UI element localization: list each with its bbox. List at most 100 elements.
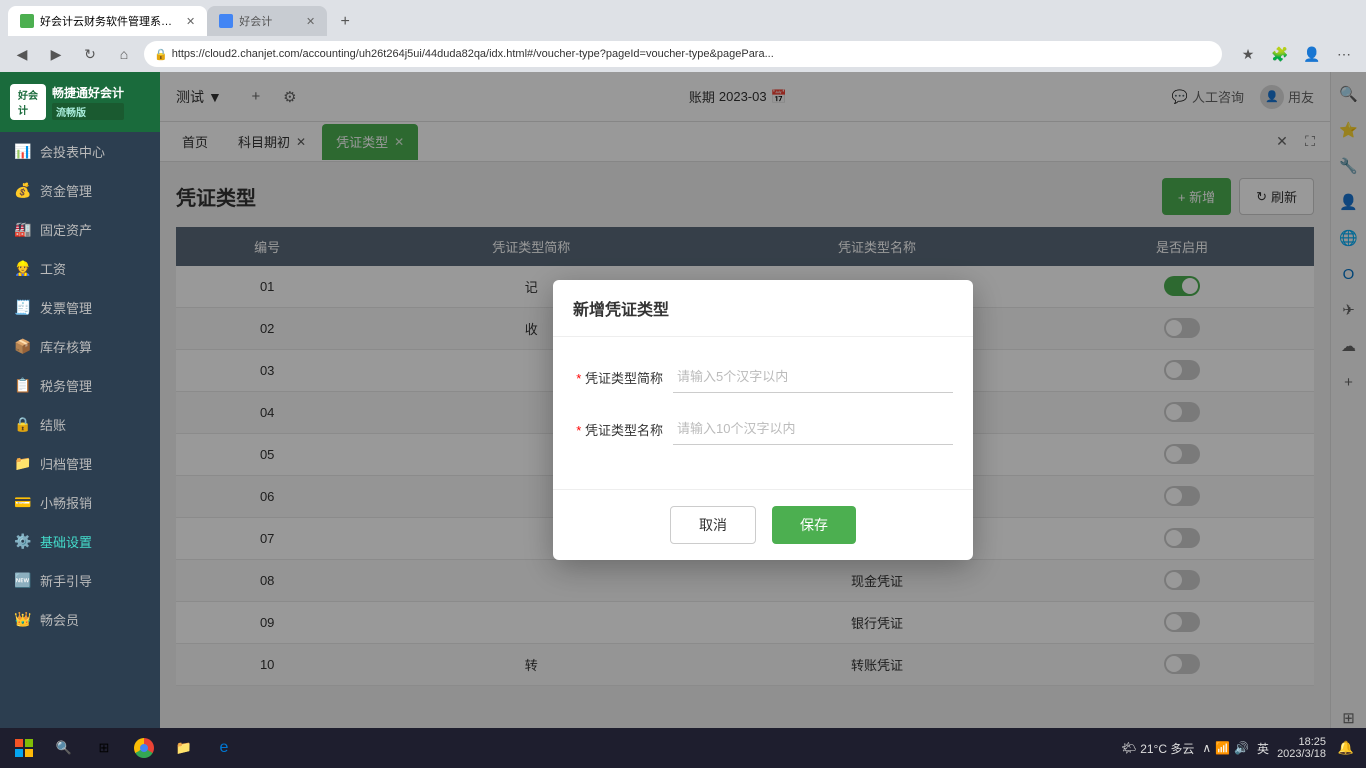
- back-button[interactable]: ◀: [8, 40, 36, 68]
- sidebar-label-guide: 新手引导: [40, 571, 92, 590]
- volume-icon: 🔊: [1234, 741, 1249, 755]
- abbr-label-text: 凭证类型简称: [585, 371, 663, 386]
- address-url: https://cloud2.chanjet.com/accounting/uh…: [172, 48, 774, 60]
- browser-address-bar: ◀ ▶ ↻ ⌂ 🔒 https://cloud2.chanjet.com/acc…: [0, 36, 1366, 72]
- browser-tab-title-2: 好会计: [239, 13, 272, 29]
- notification-icon[interactable]: 🔔: [1334, 736, 1358, 760]
- time-display: 18:25: [1277, 736, 1326, 748]
- sidebar-label-member: 畅会员: [40, 610, 79, 629]
- address-bar[interactable]: 🔒 https://cloud2.chanjet.com/accounting/…: [144, 41, 1222, 67]
- funds-icon: 💰: [14, 182, 32, 200]
- sidebar-label-archive: 归档管理: [40, 454, 92, 473]
- date-display: 2023/3/18: [1277, 748, 1326, 760]
- tax-icon: 📋: [14, 377, 32, 395]
- taskbar-task-view[interactable]: ⊞: [88, 732, 120, 764]
- expense-icon: 💳: [14, 494, 32, 512]
- tab-favicon-2: [219, 14, 233, 28]
- modal-overlay: 新增凭证类型 * 凭证类型简称 * 凭证类型名称 取消 保存: [160, 72, 1366, 768]
- taskbar-search-button[interactable]: 🔍: [48, 732, 80, 764]
- sidebar-label-closing: 结账: [40, 415, 66, 434]
- sidebar-item-salary[interactable]: 👷 工资: [0, 249, 160, 288]
- save-button[interactable]: 保存: [772, 506, 856, 544]
- sidebar-nav: 📊 会投表中心 💰 资金管理 🏭 固定资产 👷 工资 🧾 发票管理 📦: [0, 132, 160, 734]
- weather-icon: 🌤: [1121, 741, 1136, 755]
- browser-tabs: 好会计云财务软件管理系统_会计 ✕ 好会计 ✕ +: [0, 0, 1366, 36]
- sidebar-item-guide[interactable]: 🆕 新手引导: [0, 561, 160, 600]
- modal-header: 新增凭证类型: [553, 280, 973, 337]
- weather-text: 21°C 多云: [1140, 740, 1194, 757]
- profile-btn[interactable]: 👤: [1298, 40, 1326, 68]
- sidebar-item-tax[interactable]: 📋 税务管理: [0, 366, 160, 405]
- sidebar-label-funds: 资金管理: [40, 181, 92, 200]
- sidebar-label-tax: 税务管理: [40, 376, 92, 395]
- sidebar-label-invoice: 发票管理: [40, 298, 92, 317]
- sidebar-item-basic[interactable]: ⚙️ 基础设置: [0, 522, 160, 561]
- browser-tab-close-1[interactable]: ✕: [186, 15, 195, 28]
- closing-icon: 🔒: [14, 416, 32, 434]
- salary-icon: 👷: [14, 260, 32, 278]
- extension-btn[interactable]: 🧩: [1266, 40, 1294, 68]
- guide-icon: 🆕: [14, 572, 32, 590]
- name-label: * 凭证类型名称: [573, 420, 673, 439]
- start-button[interactable]: [8, 732, 40, 764]
- taskbar-right: 🌤 21°C 多云 ∧ 📶 🔊 英 18:25 2023/3/18 🔔: [1121, 736, 1358, 760]
- sidebar-item-expense[interactable]: 💳 小畅报销: [0, 483, 160, 522]
- inventory-icon: 📦: [14, 338, 32, 356]
- refresh-nav-button[interactable]: ↻: [76, 40, 104, 68]
- sidebar-label-inventory: 库存核算: [40, 337, 92, 356]
- taskbar-time: 18:25 2023/3/18: [1277, 736, 1326, 760]
- chevron-up-icon: ∧: [1202, 741, 1211, 755]
- modal-body: * 凭证类型简称 * 凭证类型名称: [553, 337, 973, 489]
- new-tab-button[interactable]: +: [331, 8, 359, 36]
- language-indicator: 英: [1257, 740, 1269, 757]
- name-input[interactable]: [673, 413, 953, 445]
- browser-tab-title-1: 好会计云财务软件管理系统_会计: [40, 13, 180, 29]
- name-form-row: * 凭证类型名称: [573, 413, 953, 445]
- invoice-icon: 🧾: [14, 299, 32, 317]
- sidebar-item-closing[interactable]: 🔒 结账: [0, 405, 160, 444]
- menu-btn[interactable]: ⋯: [1330, 40, 1358, 68]
- lock-icon: 🔒: [154, 48, 168, 61]
- logo-icon: 好会计: [10, 84, 46, 120]
- sidebar-item-funds[interactable]: 💰 资金管理: [0, 171, 160, 210]
- archive-icon: 📁: [14, 455, 32, 473]
- sidebar-logo: 好会计 畅捷通好会计 流畅版: [0, 72, 160, 132]
- taskbar-network-icons: ∧ 📶 🔊: [1202, 741, 1249, 755]
- sidebar-item-investment[interactable]: 📊 会投表中心: [0, 132, 160, 171]
- taskbar-chrome[interactable]: [128, 732, 160, 764]
- sidebar-label-investment: 会投表中心: [40, 142, 105, 161]
- sidebar-label-basic: 基础设置: [40, 532, 92, 551]
- browser-tab-close-2[interactable]: ✕: [306, 15, 315, 28]
- cancel-button[interactable]: 取消: [670, 506, 756, 544]
- sidebar-label-salary: 工资: [40, 259, 66, 278]
- bookmark-btn[interactable]: ★: [1234, 40, 1262, 68]
- taskbar: 🔍 ⊞ 📁 e 🌤 21°C 多云 ∧ 📶 🔊 英 18:25 2023/3/1…: [0, 728, 1366, 768]
- taskbar-system-icons: 🌤 21°C 多云: [1121, 740, 1194, 757]
- sidebar-item-inventory[interactable]: 📦 库存核算: [0, 327, 160, 366]
- taskbar-edge[interactable]: e: [208, 732, 240, 764]
- logo-subtitle: 流畅版: [52, 103, 124, 120]
- sidebar-item-archive[interactable]: 📁 归档管理: [0, 444, 160, 483]
- browser-tab-2[interactable]: 好会计 ✕: [207, 6, 327, 36]
- fixed-assets-icon: 🏭: [14, 221, 32, 239]
- sidebar-label-fixed-assets: 固定资产: [40, 220, 92, 239]
- taskbar-file-explorer[interactable]: 📁: [168, 732, 200, 764]
- sidebar-item-invoice[interactable]: 🧾 发票管理: [0, 288, 160, 327]
- browser-chrome: 好会计云财务软件管理系统_会计 ✕ 好会计 ✕ + ◀ ▶ ↻ ⌂ 🔒 http…: [0, 0, 1366, 72]
- modal-footer: 取消 保存: [553, 489, 973, 560]
- home-nav-button[interactable]: ⌂: [110, 40, 138, 68]
- investment-icon: 📊: [14, 143, 32, 161]
- basic-icon: ⚙️: [14, 533, 32, 551]
- forward-button[interactable]: ▶: [42, 40, 70, 68]
- sidebar-item-member[interactable]: 👑 畅会员: [0, 600, 160, 639]
- sidebar-item-fixed-assets[interactable]: 🏭 固定资产: [0, 210, 160, 249]
- new-voucher-type-modal: 新增凭证类型 * 凭证类型简称 * 凭证类型名称 取消 保存: [553, 280, 973, 560]
- modal-title: 新增凭证类型: [573, 302, 669, 319]
- abbr-input[interactable]: [673, 361, 953, 393]
- abbr-required-mark: *: [576, 371, 581, 386]
- member-icon: 👑: [14, 611, 32, 629]
- sidebar: 好会计 畅捷通好会计 流畅版 📊 会投表中心 💰 资金管理 🏭 固定资产 👷: [0, 72, 160, 768]
- tab-favicon-1: [20, 14, 34, 28]
- browser-tab-active[interactable]: 好会计云财务软件管理系统_会计 ✕: [8, 6, 207, 36]
- browser-action-buttons: ★ 🧩 👤 ⋯: [1234, 40, 1358, 68]
